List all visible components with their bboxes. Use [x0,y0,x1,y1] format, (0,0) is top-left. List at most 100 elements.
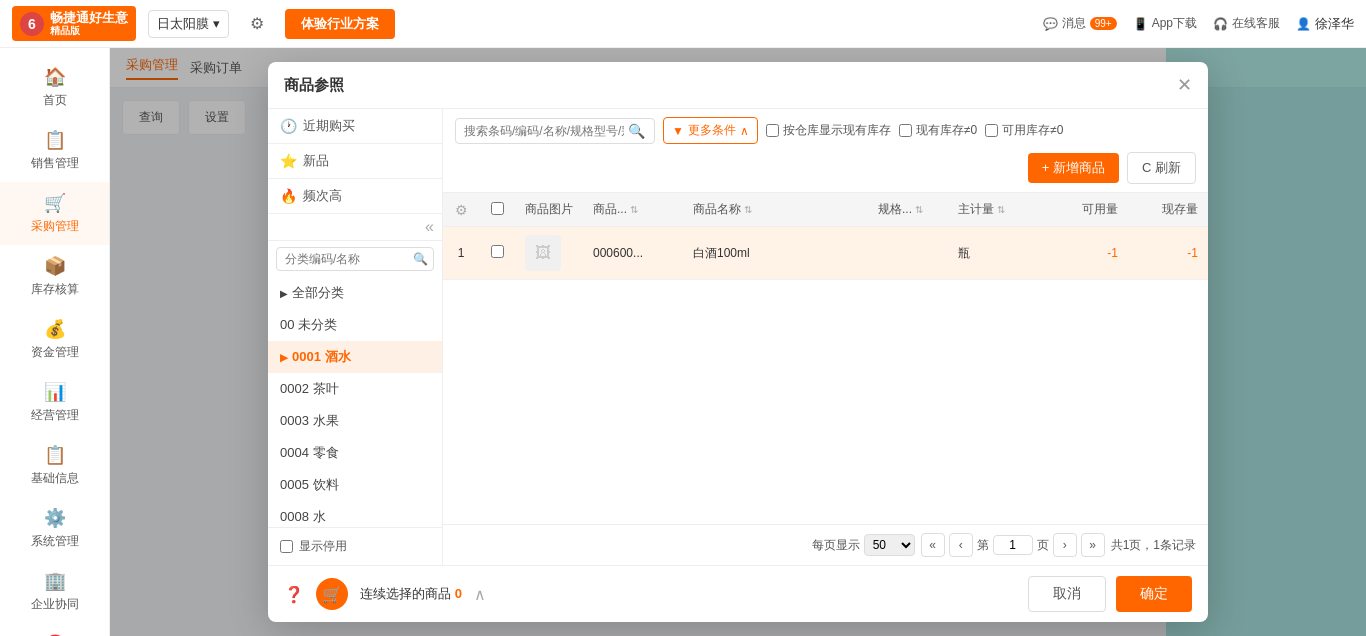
warehouse-stock-filter[interactable]: 按仓库显示现有库存 [766,122,891,139]
category-search-icon[interactable]: 🔍 [413,252,428,266]
product-search-icon[interactable]: 🔍 [628,123,645,139]
product-table: ⚙ 商品图片 商品... 商品名称 规格... [443,193,1208,280]
mobile-icon: 📱 [1133,17,1148,31]
available-stock-checkbox[interactable] [985,124,998,137]
product-thumbnail: 🖼 [525,235,561,271]
app-download-item[interactable]: 📱 App下载 [1133,15,1197,32]
category-0001[interactable]: ▶ 0001 酒水 [268,341,442,373]
col-check-header [479,193,515,227]
table-row[interactable]: 1 🖼 [443,227,1208,280]
row-stock: -1 [1128,227,1208,280]
col-unit-header[interactable]: 主计量 [948,193,1028,227]
sidebar-item-basics[interactable]: 📋 基础信息 [0,434,109,497]
category-search-input[interactable] [276,247,434,271]
category-0005[interactable]: 0005 饮料 [268,469,442,501]
last-page-button[interactable]: » [1081,533,1105,557]
sidebar-item-guide[interactable]: 🎯 新手引导 [0,623,109,636]
row-unit: 瓶 [948,227,1028,280]
sidebar-item-operations[interactable]: 📊 经营管理 [0,371,109,434]
more-filters-button[interactable]: ▼ 更多条件 ∧ [663,117,758,144]
tab-new[interactable]: ⭐ 新品 [268,144,442,179]
row-spec [868,227,948,280]
cancel-button[interactable]: 取消 [1028,576,1106,612]
online-service-item[interactable]: 🎧 在线客服 [1213,15,1280,32]
enterprise-icon: 🏢 [44,570,66,592]
sidebar-item-inventory[interactable]: 📦 库存核算 [0,245,109,308]
column-settings-icon[interactable]: ⚙ [455,202,468,218]
system-icon: ⚙️ [44,507,66,529]
logo-icon: 6 [20,12,44,36]
category-0008[interactable]: 0008 水 [268,501,442,527]
tab-frequent[interactable]: 🔥 频次高 [268,179,442,214]
modal-body: 🕐 近期购买 ⭐ 新品 🔥 频次高 [268,109,1208,565]
brand-text: 畅捷通好生意 精品版 [50,10,128,38]
col-spec-header[interactable]: 规格... [868,193,948,227]
tab-recent[interactable]: 🕐 近期购买 [268,109,442,144]
cart-icon[interactable]: 🛒 [316,578,348,610]
modal-main: 🔍 ▼ 更多条件 ∧ 按仓库显示现有库存 [443,109,1208,565]
help-icon[interactable]: ❓ [284,585,304,604]
footer-collapse-icon[interactable]: ∧ [474,585,486,604]
settings-icon[interactable]: ⚙ [241,8,273,40]
available-stock-filter[interactable]: 可用库存≠0 [985,122,1063,139]
col-avail-header: 可用量 [1028,193,1128,227]
row-checkbox[interactable] [491,245,504,258]
top-nav: 6 畅捷通好生意 精品版 日太阳膜 ▾ ⚙ 体验行业方案 💬 消息 99+ 📱 … [0,0,1366,48]
logo-area: 6 畅捷通好生意 精品版 [12,6,136,42]
filter-icon: ▼ [672,124,684,138]
sidebar-item-finance[interactable]: 💰 资金管理 [0,308,109,371]
sidebar-item-enterprise[interactable]: 🏢 企业协同 [0,560,109,623]
refresh-button[interactable]: C 刷新 [1127,152,1196,184]
page-number-input[interactable] [993,535,1033,555]
sidebar: 🏠 首页 📋 销售管理 🛒 采购管理 📦 库存核算 💰 资金管理 📊 经营管理 … [0,48,110,636]
selected-count: 0 [455,586,462,601]
category-0002[interactable]: 0002 茶叶 [268,373,442,405]
category-0003[interactable]: 0003 水果 [268,405,442,437]
notifications-item[interactable]: 💬 消息 99+ [1043,15,1117,32]
first-page-button[interactable]: « [921,533,945,557]
sidebar-item-home[interactable]: 🏠 首页 [0,56,109,119]
sales-icon: 📋 [44,129,66,151]
category-0004[interactable]: 0004 零食 [268,437,442,469]
tenant-dropdown[interactable]: 日太阳膜 ▾ [148,10,229,38]
toolbar-right: + 新增商品 C 刷新 [1028,152,1196,184]
page-size-select[interactable]: 50 10 20 100 [864,534,915,556]
category-list: ▶ 全部分类 00 未分类 ▶ 0001 酒水 0002 茶 [268,277,442,527]
sidebar-item-purchase[interactable]: 🛒 采购管理 [0,182,109,245]
active-arrow-icon: ▶ [280,352,288,363]
confirm-button[interactable]: 确定 [1116,576,1192,612]
finance-icon: 💰 [44,318,66,340]
avatar: 👤 [1296,17,1311,31]
modal-close-button[interactable]: ✕ [1177,74,1192,96]
modal-title: 商品参照 [284,76,344,95]
warehouse-stock-checkbox[interactable] [766,124,779,137]
sidebar-collapse-icon[interactable]: « [425,218,434,236]
prev-page-button[interactable]: ‹ [949,533,973,557]
add-product-button[interactable]: + 新增商品 [1028,153,1119,183]
col-settings: ⚙ [443,193,479,227]
product-reference-modal: 商品参照 ✕ 🕐 近期购买 ⭐ 新 [268,62,1208,622]
select-all-checkbox[interactable] [491,202,504,215]
col-code-header[interactable]: 商品... [583,193,683,227]
category-all[interactable]: ▶ 全部分类 [268,277,442,309]
total-records-label: 共1页，1条记录 [1111,537,1196,554]
sidebar-item-sales[interactable]: 📋 销售管理 [0,119,109,182]
col-name-header[interactable]: 商品名称 [683,193,868,227]
filter-collapse-icon: ∧ [740,124,749,138]
notifications-badge: 99+ [1090,17,1117,30]
col-stock-header: 现存量 [1128,193,1208,227]
product-search-input[interactable] [464,124,624,138]
next-page-button[interactable]: › [1053,533,1077,557]
current-stock-checkbox[interactable] [899,124,912,137]
page-nav: « ‹ 第 页 › » [921,533,1105,557]
cta-button[interactable]: 体验行业方案 [285,9,395,39]
user-profile[interactable]: 👤 徐泽华 [1296,15,1354,33]
sidebar-item-system[interactable]: ⚙️ 系统管理 [0,497,109,560]
nav-right: 💬 消息 99+ 📱 App下载 🎧 在线客服 👤 徐泽华 [1043,15,1354,33]
current-stock-filter[interactable]: 现有库存≠0 [899,122,977,139]
inventory-icon: 📦 [44,255,66,277]
show-disabled-checkbox[interactable] [280,540,293,553]
row-name: 白酒100ml [683,227,868,280]
expand-arrow-icon: ▶ [280,288,288,299]
category-00[interactable]: 00 未分类 [268,309,442,341]
